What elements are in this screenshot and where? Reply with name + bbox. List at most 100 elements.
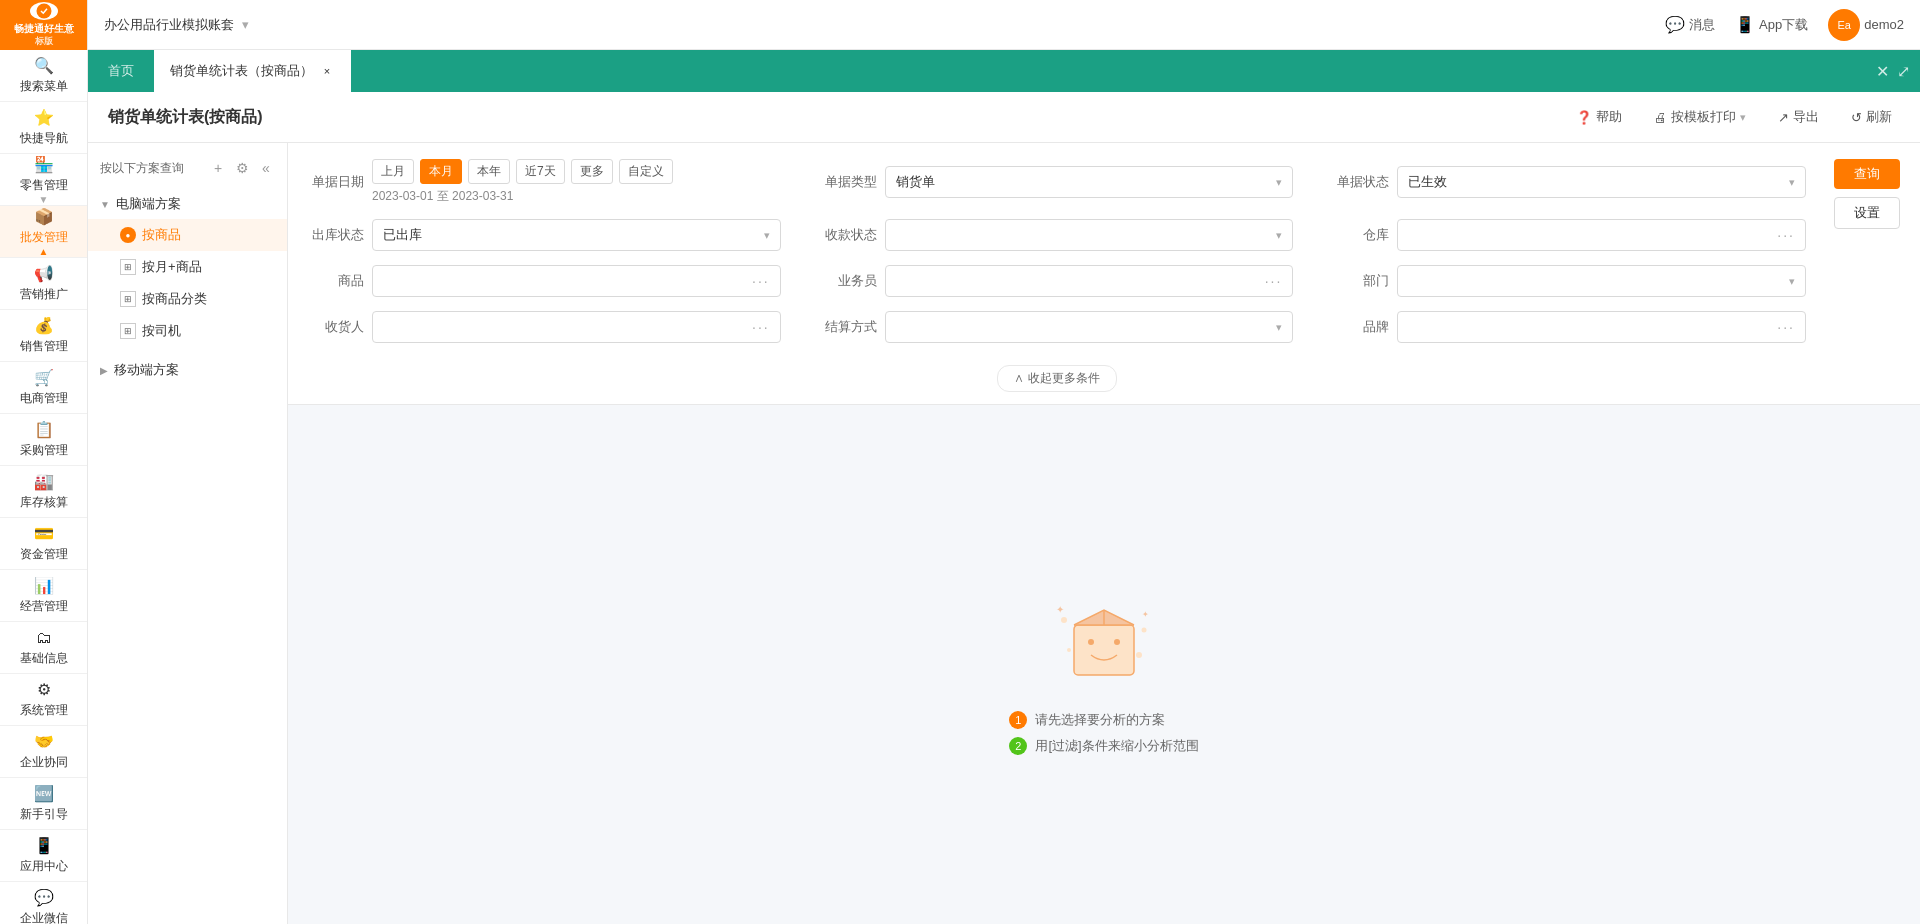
sidebar-appcenter-label: 应用中心 [20,858,68,875]
date-btn-7days[interactable]: 近7天 [516,159,565,184]
scheme-item-by-month-goods[interactable]: ⊞ 按月+商品 [88,251,287,283]
filter-cell-payment: 收款状态 ▾ [821,219,1294,251]
filter-cell-doc-type: 单据类型 销货单 ▾ [821,166,1294,198]
sidebar-item-wechat[interactable]: 💬 企业微信 [0,882,87,924]
message-label: 消息 [1689,16,1715,34]
receiver-dots-icon: ··· [752,319,770,335]
sidebar-item-quicknav[interactable]: ⭐ 快捷导航 [0,102,87,154]
sidebar-item-marketing[interactable]: 📢 营销推广 [0,258,87,310]
tab-home[interactable]: 首页 [88,50,154,92]
empty-tip-1: 1 请先选择要分析的方案 [1009,711,1198,729]
date-btn-this-month[interactable]: 本月 [420,159,462,184]
scheme-item-by-month-goods-label: 按月+商品 [142,258,202,276]
message-action[interactable]: 💬 消息 [1665,15,1715,34]
sidebar-item-finance[interactable]: 💳 资金管理 [0,518,87,570]
page-actions: ❓ 帮助 🖨 按模板打印 ▾ ↗ 导出 ↺ 刷新 [1568,104,1900,130]
outbound-value: 已出库 [383,226,422,244]
refresh-btn[interactable]: ↺ 刷新 [1843,104,1900,130]
query-btn[interactable]: 查询 [1834,159,1900,189]
svg-point-3 [1088,639,1094,645]
logo-icon [30,2,58,20]
scheme-item-by-category[interactable]: ⊞ 按商品分类 [88,283,287,315]
brand-control[interactable]: ··· [1397,311,1806,343]
retail-icon: 🏪 [34,155,54,174]
sidebar-retail-label: 零售管理 [20,177,68,194]
scheme-group-mobile-header[interactable]: ▶ 移动端方案 [88,355,287,385]
scheme-item-by-category-label: 按商品分类 [142,290,207,308]
tip-num-1: 1 [1009,711,1027,729]
tab-window-close-icon[interactable]: ✕ [1876,62,1889,81]
warehouse-control[interactable]: ··· [1397,219,1806,251]
mobile-group-label: 移动端方案 [114,361,179,379]
user-action[interactable]: Ea demo2 [1828,9,1904,41]
sidebar-item-search[interactable]: 🔍 搜索菜单 [0,50,87,102]
sidebar-item-wholesale[interactable]: 📦 批发管理 ▲ [0,206,87,258]
tab-sales-stat[interactable]: 销货单统计表（按商品） × [154,50,351,92]
scheme-item-by-goods[interactable]: ● 按商品 [88,219,287,251]
sidebar-item-purchase[interactable]: 📋 采购管理 [0,414,87,466]
sidebar-item-appcenter[interactable]: 📱 应用中心 [0,830,87,882]
help-btn[interactable]: ❓ 帮助 [1568,104,1630,130]
sidebar-item-enterprise[interactable]: 🤝 企业协同 [0,726,87,778]
filter-row-4: 收货人 ··· 结算方式 ▾ [308,311,1806,343]
print-btn[interactable]: 🖨 按模板打印 ▾ [1646,104,1754,130]
sidebar-wechat-label: 企业微信 [20,910,68,924]
filter-main: 单据日期 上月 本月 本年 近7天 更多 自定义 [288,143,1826,404]
filter-cell-date: 单据日期 上月 本月 本年 近7天 更多 自定义 [308,159,781,205]
filter-cell-department: 部门 ▾ [1333,265,1806,297]
sidebar-quicknav-label: 快捷导航 [20,130,68,147]
goods-control[interactable]: ··· [372,265,781,297]
sidebar-item-basic[interactable]: 🗂 基础信息 [0,622,87,674]
department-control[interactable]: ▾ [1397,265,1806,297]
scheme-collapse-icon[interactable]: « [257,159,275,177]
sidebar-item-system[interactable]: ⚙ 系统管理 [0,674,87,726]
receiver-control[interactable]: ··· [372,311,781,343]
scheme-add-icon[interactable]: + [209,159,227,177]
outbound-control[interactable]: 已出库 ▾ [372,219,781,251]
sidebar-operations-label: 经营管理 [20,598,68,615]
staff-control[interactable]: ··· [885,265,1294,297]
date-btn-custom[interactable]: 自定义 [619,159,673,184]
tab-close-icon[interactable]: × [319,63,335,79]
scheme-group-mobile: ▶ 移动端方案 [88,351,287,389]
date-btn-this-year[interactable]: 本年 [468,159,510,184]
svg-rect-1 [1074,625,1134,675]
topbar-dropdown-icon[interactable]: ▾ [242,17,249,32]
scheme-group-pc-header[interactable]: ▼ 电脑端方案 [88,189,287,219]
scheme-item-icon-monthgoods: ⊞ [120,259,136,275]
app-download-action[interactable]: 📱 App下载 [1735,15,1808,34]
tip-text-2: 用[过滤]条件来缩小分析范围 [1035,737,1198,755]
logo-subtitle: 标版 [35,35,53,48]
doc-type-control[interactable]: 销货单 ▾ [885,166,1294,198]
sidebar-marketing-label: 营销推广 [20,286,68,303]
svg-text:✦: ✦ [1056,604,1064,615]
sidebar-wholesale-label: 批发管理 [20,229,68,246]
outbound-label: 出库状态 [308,226,364,244]
sidebar-item-ecommerce[interactable]: 🛒 电商管理 [0,362,87,414]
empty-tips: 1 请先选择要分析的方案 2 用[过滤]条件来缩小分析范围 [1009,711,1198,755]
sidebar-item-operations[interactable]: 📊 经营管理 [0,570,87,622]
doc-status-arrow-icon: ▾ [1789,176,1795,189]
sidebar-item-sales[interactable]: 💰 销售管理 [0,310,87,362]
collapse-btn[interactable]: ∧ 收起更多条件 [997,365,1116,392]
department-label: 部门 [1333,272,1389,290]
page-header: 销货单统计表(按商品) ❓ 帮助 🖨 按模板打印 ▾ ↗ 导出 ↺ 刷新 [88,92,1920,143]
settings-btn[interactable]: 设置 [1834,197,1900,229]
date-quick-btns: 上月 本月 本年 近7天 更多 自定义 [372,159,781,184]
scheme-item-icon-driver: ⊞ [120,323,136,339]
filter-cell-receiver: 收货人 ··· [308,311,781,343]
warehouse-label: 仓库 [1333,226,1389,244]
scheme-item-by-driver[interactable]: ⊞ 按司机 [88,315,287,347]
sidebar-item-inventory[interactable]: 🏭 库存核算 [0,466,87,518]
tab-maximize-icon[interactable]: ⤢ [1897,62,1910,81]
export-btn[interactable]: ↗ 导出 [1770,104,1827,130]
topbar-right: 💬 消息 📱 App下载 Ea demo2 [1665,9,1904,41]
doc-status-control[interactable]: 已生效 ▾ [1397,166,1806,198]
settlement-control[interactable]: ▾ [885,311,1294,343]
scheme-settings-icon[interactable]: ⚙ [233,159,251,177]
date-btn-more[interactable]: 更多 [571,159,613,184]
payment-control[interactable]: ▾ [885,219,1294,251]
sidebar-item-guide[interactable]: 🆕 新手引导 [0,778,87,830]
sidebar-item-retail[interactable]: 🏪 零售管理 ▼ [0,154,87,206]
date-btn-last-month[interactable]: 上月 [372,159,414,184]
